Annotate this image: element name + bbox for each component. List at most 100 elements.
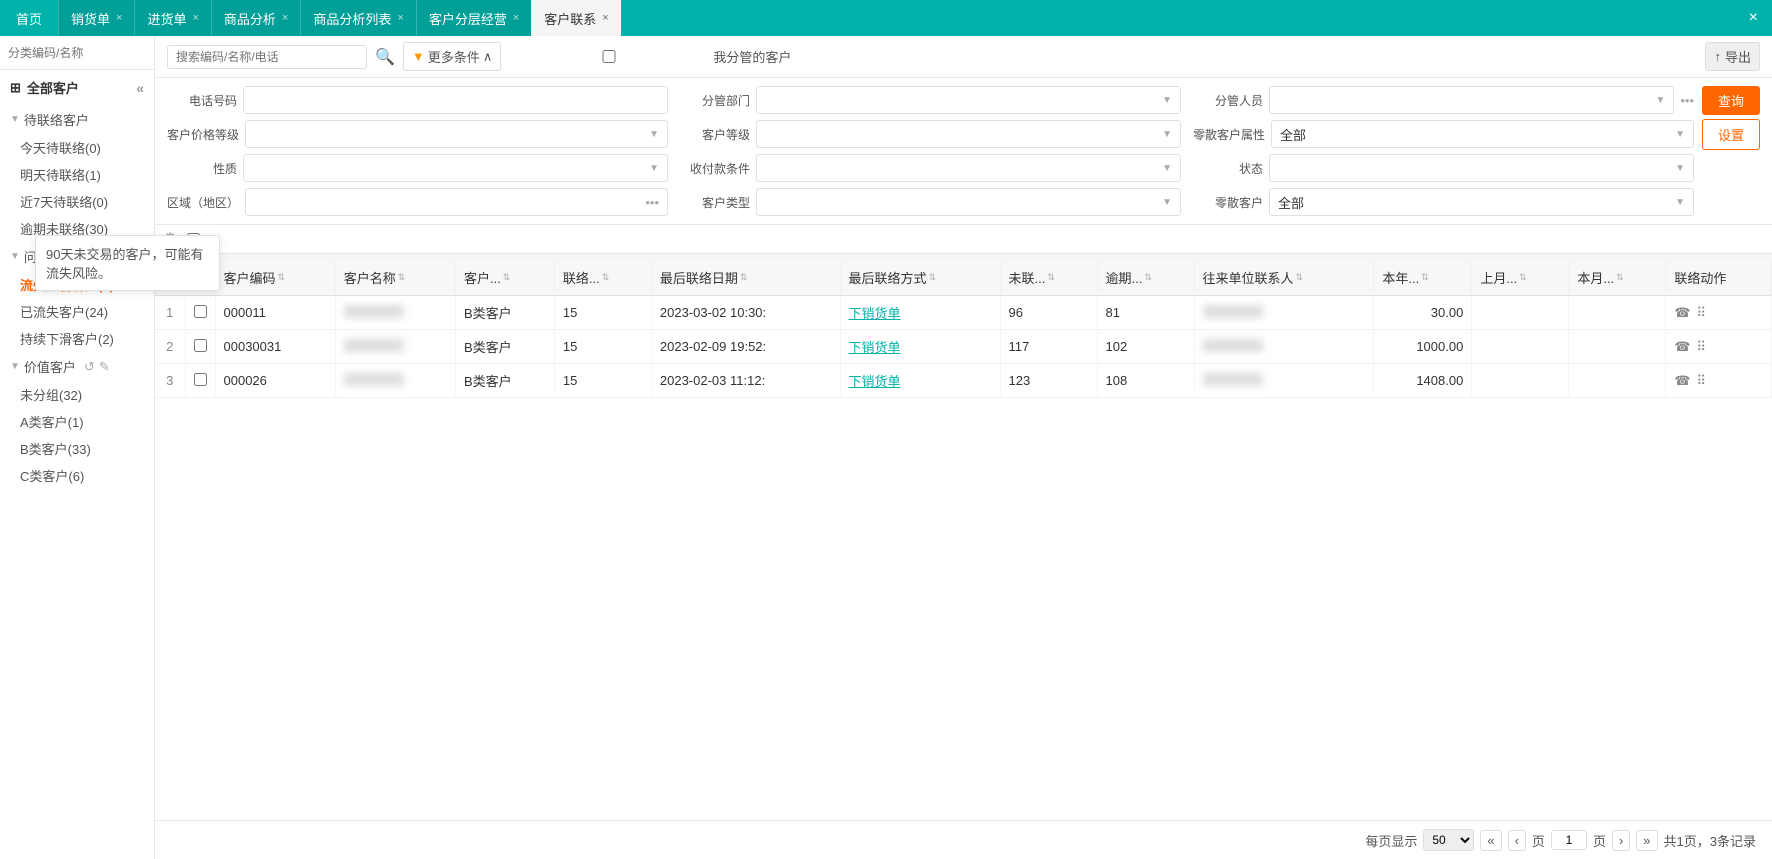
filter-payment-select[interactable]: ▼ [756,154,1181,182]
th-last-month[interactable]: 上月... ⇅ [1472,260,1569,296]
th-year[interactable]: 本年... ⇅ [1374,260,1472,296]
filter-customer-level-select[interactable]: ▼ [756,120,1181,148]
filter-status: 状态 ▼ [1193,154,1694,182]
tab-close-1[interactable]: × [192,12,198,24]
tab-item-1[interactable]: 进货单 × [134,0,210,36]
tab-item-0[interactable]: 销货单 × [58,0,134,36]
prev-page-button[interactable]: ‹ [1508,830,1526,851]
tab-close-0[interactable]: × [116,12,122,24]
tab-close-3[interactable]: × [397,12,403,24]
filter-manager-select[interactable]: ▼ [1269,86,1674,114]
last-page-button[interactable]: » [1636,830,1657,851]
sidebar-collapse-button[interactable]: « [136,80,144,96]
more-filter-button[interactable]: ▼ 更多条件 ∧ [403,42,501,71]
filter-retail-customer-select[interactable]: 全部 ▼ [1269,188,1694,216]
row-person-1 [1194,330,1374,364]
th-this-month[interactable]: 本月... ⇅ [1569,260,1666,296]
main-layout: 🔍 ⊞ 全部客户 « ▼ 待联络客户 今天待联络(0) 明天待联络(1) 近7天… [0,36,1772,859]
per-page-label: 每页显示 [1365,831,1417,850]
tab-close-5[interactable]: × [602,12,608,24]
table-settings-row: ⚙ [155,225,1772,254]
next-page-button[interactable]: › [1612,830,1630,851]
my-customers-checkbox[interactable] [509,50,709,63]
th-overdue[interactable]: 逾期... ⇅ [1097,260,1194,296]
table-row: 3 000026 B类客户 15 2023-02-03 11:12: 下销货单 … [155,364,1772,398]
filter-row-4: 区域（地区） ••• 客户类型 ▼ [167,188,1694,216]
chevron-down-icon4: ▼ [1162,129,1172,140]
export-icon: ↑ [1714,49,1721,64]
th-code[interactable]: 客户编码 ⇅ [215,260,335,296]
sidebar-item-class-a[interactable]: A类客户(1) [0,408,154,435]
window-close-button[interactable]: × [1735,0,1772,36]
edit-icon[interactable]: ✎ [99,359,110,375]
per-page-select[interactable]: 50 20 100 [1423,829,1474,851]
filter-customer-type-select[interactable]: ▼ [756,188,1181,216]
tab-item-5[interactable]: 客户联系 × [531,0,620,36]
sidebar-item-7days[interactable]: 近7天待联络(0) [0,188,154,215]
action-more-icon-1[interactable]: ⠿ [1697,339,1707,355]
sidebar: 🔍 ⊞ 全部客户 « ▼ 待联络客户 今天待联络(0) 明天待联络(1) 近7天… [0,36,155,859]
tab-close-2[interactable]: × [282,12,288,24]
filter-retail-attr-label: 零散客户属性 [1193,126,1265,143]
action-phone-icon-2[interactable]: ☎ [1674,373,1690,389]
th-contact[interactable]: 联络... ⇅ [554,260,651,296]
action-phone-icon-0[interactable]: ☎ [1674,305,1690,321]
filter-retail-attr-select[interactable]: 全部 ▼ [1271,120,1694,148]
manager-more-icon[interactable]: ••• [1680,93,1694,108]
sidebar-item-declining[interactable]: 持续下滑客户(2) [0,325,154,352]
search-button[interactable]: 🔍 [375,47,395,67]
tab-item-3[interactable]: 商品分析列表 × [300,0,415,36]
th-unlisted[interactable]: 未联... ⇅ [1000,260,1097,296]
sidebar-search-input[interactable] [8,46,155,60]
query-button[interactable]: 查询 [1702,86,1760,115]
region-dots-icon[interactable]: ••• [645,195,659,210]
sidebar-group-value[interactable]: ▼ 价值客户 ↺ ✎ [0,352,154,381]
action-more-icon-0[interactable]: ⠿ [1697,305,1707,321]
first-page-button[interactable]: « [1480,830,1501,851]
current-page-input[interactable] [1551,830,1587,850]
chevron-down-icon8: ▼ [1675,163,1685,174]
th-last-method[interactable]: 最后联络方式 ⇅ [840,260,1000,296]
sidebar-item-today[interactable]: 今天待联络(0) [0,134,154,161]
export-button[interactable]: ↑ 导出 [1705,42,1760,71]
sidebar-item-churned[interactable]: 已流失客户(24) [0,298,154,325]
chevron-down-icon9: ▼ [1162,197,1172,208]
filter-phone-input[interactable] [243,86,668,114]
filter-customer-level: 客户等级 ▼ [680,120,1181,148]
th-last-date[interactable]: 最后联络日期 ⇅ [651,260,840,296]
sidebar-item-ungrouped[interactable]: 未分组(32) [0,381,154,408]
sidebar-group-dailianluo[interactable]: ▼ 待联络客户 [0,105,154,134]
row-contact-0: 15 [554,296,651,330]
action-more-icon-2[interactable]: ⠿ [1697,373,1707,389]
filter-region-label: 区域（地区） [167,194,239,211]
filter-settings-button[interactable]: 设置 [1702,119,1760,150]
row-overdue-2: 108 [1097,364,1194,398]
filter-nature-select[interactable]: ▼ [243,154,668,182]
action-phone-icon-1[interactable]: ☎ [1674,339,1690,355]
refresh-icon[interactable]: ↺ [84,359,95,375]
tab-bar: 首页 销货单 × 进货单 × 商品分析 × 商品分析列表 × 客户分层经营 × … [0,0,1772,36]
tab-home[interactable]: 首页 [0,0,58,36]
tab-close-4[interactable]: × [513,12,519,24]
tab-item-2[interactable]: 商品分析 × [211,0,300,36]
filter-region-input[interactable]: ••• [245,188,668,216]
filter-dept: 分管部门 ▼ [680,86,1181,114]
th-name[interactable]: 客户名称 ⇅ [335,260,455,296]
search-input[interactable] [167,45,367,69]
sort-icon-lmonth: ⇅ [1519,272,1527,283]
th-contact-person[interactable]: 往来单位联系人 ⇅ [1194,260,1374,296]
sidebar-item-tomorrow[interactable]: 明天待联络(1) [0,161,154,188]
chevron-down-icon7: ▼ [1162,163,1172,174]
my-customers-checkbox-label[interactable]: 我分管的客户 [509,47,791,66]
filter-status-select[interactable]: ▼ [1269,154,1694,182]
sidebar-item-class-b[interactable]: B类客户(33) [0,435,154,462]
chevron-down-icon: ∧ [483,49,493,65]
row-year-0: 30.00 [1374,296,1472,330]
th-type[interactable]: 客户... ⇅ [455,260,554,296]
filter-price-level-select[interactable]: ▼ [245,120,668,148]
sidebar-item-class-c[interactable]: C类客户(6) [0,462,154,489]
filter-actions: 查询 设置 [1702,86,1760,150]
filter-dept-select[interactable]: ▼ [756,86,1181,114]
row-num-2: 3 [155,364,185,398]
tab-item-4[interactable]: 客户分层经营 × [416,0,531,36]
